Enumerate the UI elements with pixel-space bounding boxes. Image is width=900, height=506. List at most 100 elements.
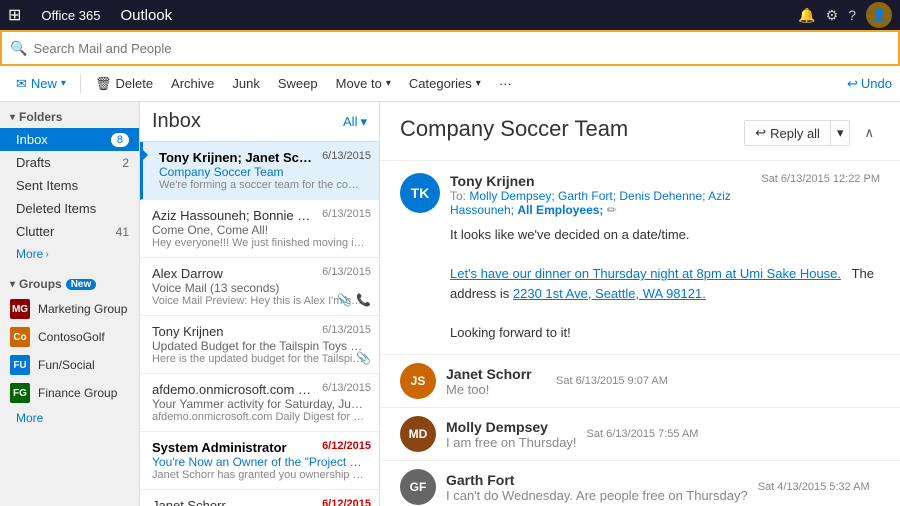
thread-sender: Janet Schorr xyxy=(446,366,546,382)
email-item[interactable]: System Administrator 6/12/2015 You're No… xyxy=(140,432,379,490)
email-item[interactable]: Tony Krijnen 6/13/2015 Updated Budget fo… xyxy=(140,316,379,374)
collapse-button[interactable]: ∧ xyxy=(858,121,880,145)
email-sender: Tony Krijnen; Janet Schorr; Molly D... xyxy=(159,150,319,165)
filter-chevron-icon: ▾ xyxy=(360,114,367,130)
sidebar-item-drafts[interactable]: Drafts 2 xyxy=(0,151,139,174)
inbox-title: Inbox xyxy=(152,110,201,133)
delete-button[interactable]: 🗑 Delete xyxy=(87,72,161,96)
email-sender: Aziz Hassouneh; Bonnie Kearney; D... xyxy=(152,208,312,223)
undo-button[interactable]: ↩ Undo xyxy=(847,76,892,92)
sweep-button[interactable]: Sweep xyxy=(270,72,326,95)
reading-pane: Company Soccer Team ↩ Reply all ▾ ∧ TK xyxy=(380,102,900,506)
archive-button[interactable]: Archive xyxy=(163,72,222,95)
groups-header[interactable]: ▾ Groups New xyxy=(0,269,139,295)
thread-body: I am free on Thursday! xyxy=(446,435,577,450)
avatar[interactable]: 👤 xyxy=(866,2,892,28)
thread-body: It looks like we've decided on a date/ti… xyxy=(450,225,880,342)
app-name: Office 365 xyxy=(29,8,112,23)
thread-item[interactable]: JS Janet Schorr Me too! Sat 6/13/2015 9:… xyxy=(380,355,900,408)
reply-icon: ↩ xyxy=(755,125,766,141)
group-contosogolf-icon: Co xyxy=(10,327,30,347)
thread-sender: Garth Fort xyxy=(446,472,748,488)
thread-date: Sat 6/13/2015 9:07 AM xyxy=(556,375,668,387)
email-item[interactable]: afdemo.onmicrosoft.com on Yammer 6/13/20… xyxy=(140,374,379,432)
thread-date: Sat 6/13/2015 7:55 AM xyxy=(587,428,699,440)
attachment-icon: 📎 xyxy=(337,293,352,307)
dinner-link[interactable]: Let's have our dinner on Thursday night … xyxy=(450,266,841,281)
thread-sender: Molly Dempsey xyxy=(446,419,577,435)
reply-all-button[interactable]: ↩ Reply all ▾ xyxy=(744,120,850,146)
email-preview: We're forming a soccer team for the comp… xyxy=(159,179,367,191)
email-item[interactable]: Tony Krijnen; Janet Schorr; Molly D... 6… xyxy=(140,142,379,200)
groups-more[interactable]: More xyxy=(0,407,139,429)
thread-to: To: Molly Dempsey; Garth Fort; Denis Deh… xyxy=(450,189,751,217)
email-list: Inbox All ▾ Tony Krijnen; Janet Schorr; … xyxy=(140,102,380,506)
more-button[interactable]: ··· xyxy=(491,72,520,95)
more-chevron-icon: › xyxy=(45,249,48,260)
sidebar-item-deleted[interactable]: Deleted Items xyxy=(0,197,139,220)
email-preview: Here is the updated budget for the Tails… xyxy=(152,353,367,365)
bell-icon[interactable]: 🔔 xyxy=(798,7,815,24)
group-marketing[interactable]: MG Marketing Group xyxy=(0,295,139,323)
email-item[interactable]: Janet Schorr 6/12/2015 Northwind Update … xyxy=(140,490,379,506)
reading-title: Company Soccer Team xyxy=(400,116,628,142)
folders-header[interactable]: ▾ Folders xyxy=(0,102,139,128)
email-filter[interactable]: All ▾ xyxy=(343,114,367,130)
group-contosogolf[interactable]: Co ContosoGolf xyxy=(0,323,139,351)
help-icon[interactable]: ? xyxy=(848,7,856,23)
thread-item: TK Tony Krijnen To: Molly Dempsey; Garth… xyxy=(380,161,900,355)
top-bar: ⊞ Office 365 Outlook 🔔 ⚙ ? 👤 xyxy=(0,0,900,30)
gear-icon[interactable]: ⚙ xyxy=(826,7,839,24)
new-dropdown-icon[interactable]: ▾ xyxy=(61,78,66,89)
app-title: Outlook xyxy=(120,7,172,24)
sidebar-item-clutter[interactable]: Clutter 41 xyxy=(0,220,139,243)
group-funsocial[interactable]: FU Fun/Social xyxy=(0,351,139,379)
toolbar: ✉ New ▾ 🗑 Delete Archive Junk Sweep Move… xyxy=(0,66,900,102)
email-subject: You're Now an Owner of the "Project Falc… xyxy=(152,455,367,469)
thread-item[interactable]: GF Garth Fort I can't do Wednesday. Are … xyxy=(380,461,900,506)
new-icon: ✉ xyxy=(16,76,27,92)
email-date: 6/13/2015 xyxy=(322,324,371,336)
email-item[interactable]: Alex Darrow 6/13/2015 Voice Mail (13 sec… xyxy=(140,258,379,316)
email-date: 6/12/2015 xyxy=(322,498,371,506)
waffle-icon[interactable]: ⊞ xyxy=(8,5,21,25)
email-subject: Company Soccer Team xyxy=(159,165,367,179)
thread-sender: Tony Krijnen xyxy=(450,173,751,189)
folders-more[interactable]: More › xyxy=(0,243,139,265)
email-date: 6/12/2015 xyxy=(322,440,371,452)
email-item[interactable]: Aziz Hassouneh; Bonnie Kearney; D... 6/1… xyxy=(140,200,379,258)
to-recipients[interactable]: Molly Dempsey; Garth Fort; Denis Dehenne… xyxy=(450,189,731,217)
email-sender: Tony Krijnen xyxy=(152,324,224,339)
reply-all-main[interactable]: ↩ Reply all xyxy=(745,121,831,145)
move-dropdown-icon: ▾ xyxy=(386,78,391,89)
email-subject: Voice Mail (13 seconds) xyxy=(152,281,367,295)
sidebar: ▾ Folders Inbox 8 Drafts 2 Sent Items De… xyxy=(0,102,140,506)
move-to-button[interactable]: Move to ▾ xyxy=(328,72,399,95)
group-finance[interactable]: FG Finance Group xyxy=(0,379,139,407)
email-preview: Janet Schorr has granted you ownership w… xyxy=(152,469,367,481)
group-marketing-icon: MG xyxy=(10,299,30,319)
thread-avatar: GF xyxy=(400,469,436,505)
address-link[interactable]: 2230 1st Ave, Seattle, WA 98121. xyxy=(513,286,706,301)
new-button[interactable]: ✉ New ▾ xyxy=(8,72,74,96)
groups-chevron: ▾ xyxy=(10,279,15,290)
email-subject: Come One, Come All! xyxy=(152,223,367,237)
group-funsocial-icon: FU xyxy=(10,355,30,375)
email-date: 6/13/2015 xyxy=(322,208,371,220)
main-layout: ▾ Folders Inbox 8 Drafts 2 Sent Items De… xyxy=(0,102,900,506)
email-preview: Voice Mail Preview: Hey this is Alex I'm… xyxy=(152,295,367,307)
sidebar-item-sent[interactable]: Sent Items xyxy=(0,174,139,197)
undo-icon: ↩ xyxy=(847,76,858,92)
thread-item[interactable]: MD Molly Dempsey I am free on Thursday! … xyxy=(380,408,900,461)
sidebar-item-inbox[interactable]: Inbox 8 xyxy=(0,128,139,151)
reply-all-dropdown[interactable]: ▾ xyxy=(831,121,850,145)
search-input[interactable] xyxy=(33,41,890,56)
junk-button[interactable]: Junk xyxy=(224,72,267,95)
phone-icon: 📞 xyxy=(356,293,371,307)
email-date: 6/13/2015 xyxy=(322,266,371,278)
categories-button[interactable]: Categories ▾ xyxy=(401,72,489,95)
cat-dropdown-icon: ▾ xyxy=(476,78,481,89)
thread-avatar: MD xyxy=(400,416,436,452)
email-preview: afdemo.onmicrosoft.com Daily Digest for … xyxy=(152,411,367,423)
delete-icon: 🗑 xyxy=(95,76,112,92)
